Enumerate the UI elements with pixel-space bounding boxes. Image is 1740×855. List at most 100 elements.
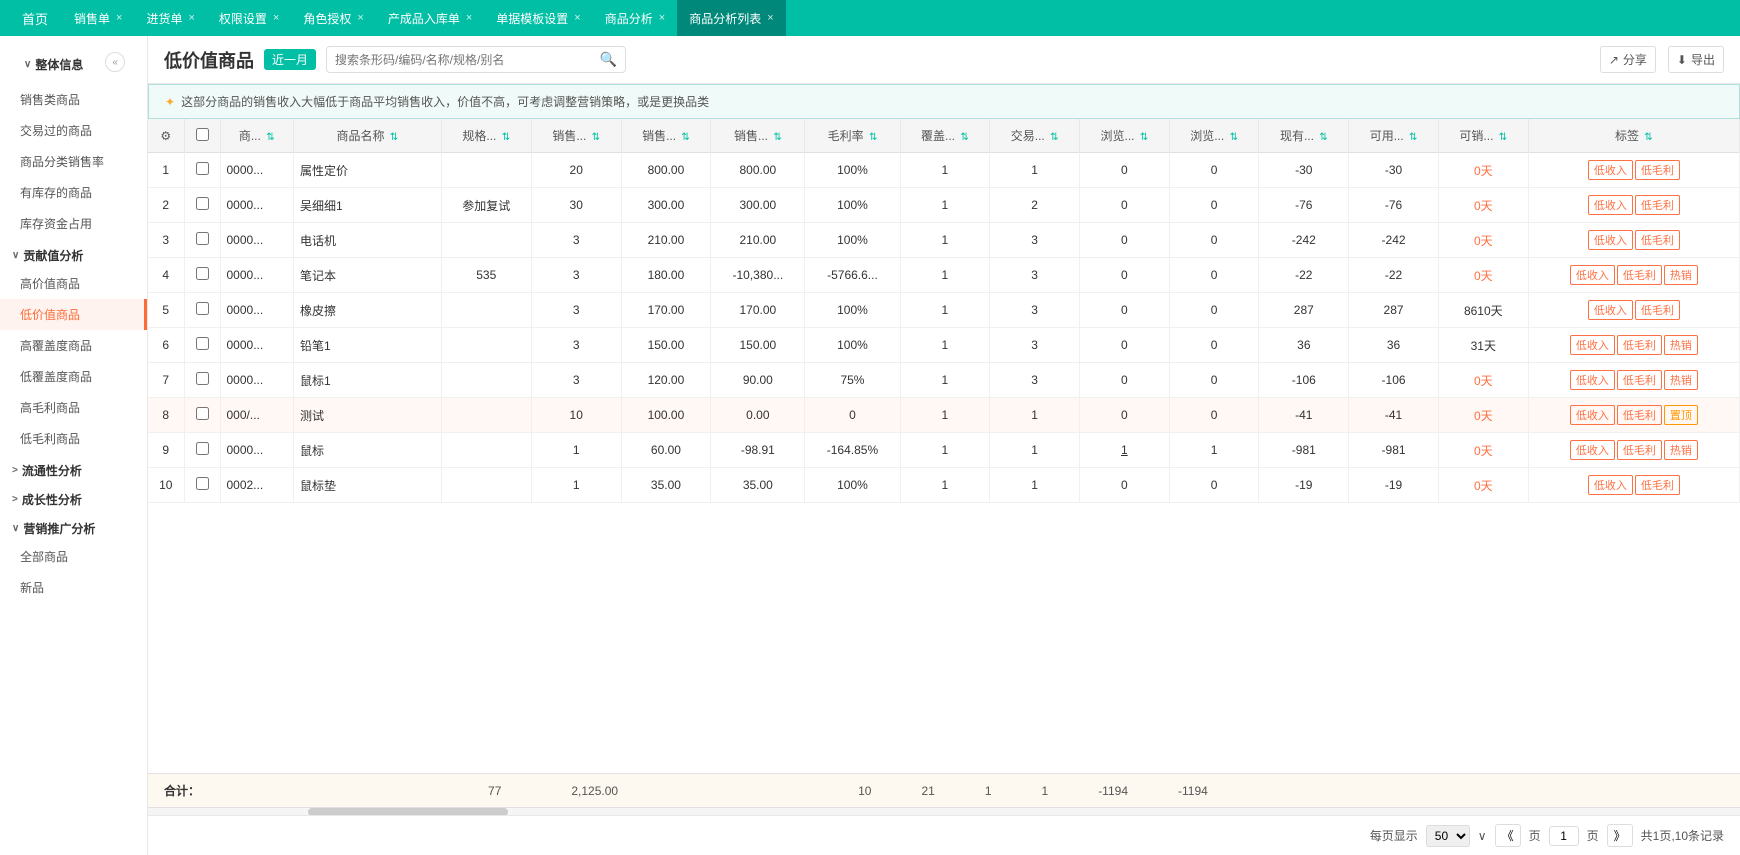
sidebar-group-circulation[interactable]: > 流通性分析	[0, 454, 147, 483]
gross-margin-column-header[interactable]: 毛利率 ⇅	[805, 119, 900, 153]
sidebar-collapse-button[interactable]: «	[105, 52, 125, 72]
search-input[interactable]	[335, 53, 596, 67]
nav-tab-product-analysis[interactable]: 商品分析 ×	[593, 0, 677, 36]
row-checkbox[interactable]	[184, 153, 220, 188]
spec-column-header[interactable]: 规格... ⇅	[441, 119, 531, 153]
row-checkbox[interactable]	[184, 328, 220, 363]
horizontal-scrollbar[interactable]	[148, 807, 1740, 815]
row-checkbox[interactable]	[184, 188, 220, 223]
settings-column-header[interactable]: ⚙	[148, 119, 184, 153]
sidebar-item-low-value[interactable]: 低价值商品	[0, 299, 147, 330]
available-column-header[interactable]: 可用... ⇅	[1349, 119, 1439, 153]
close-icon[interactable]: ×	[574, 12, 580, 24]
tag-badge[interactable]: 低毛利	[1617, 265, 1662, 285]
nav-tab-products-in[interactable]: 产成品入库单 ×	[376, 0, 484, 36]
coverage-column-header[interactable]: 覆盖... ⇅	[900, 119, 990, 153]
tag-badge[interactable]: 热销	[1664, 335, 1698, 355]
sidebar-item-high-profit[interactable]: 高毛利商品	[0, 392, 147, 423]
row-checkbox[interactable]	[184, 223, 220, 258]
export-button[interactable]: ⬇ 导出	[1668, 46, 1724, 73]
row-select-checkbox[interactable]	[196, 442, 209, 455]
row-select-checkbox[interactable]	[196, 232, 209, 245]
sidebar-item-new-products[interactable]: 新品	[0, 572, 147, 603]
tag-badge[interactable]: 低毛利	[1635, 195, 1680, 215]
tag-badge[interactable]: 热销	[1664, 440, 1698, 460]
tag-badge[interactable]: 低收入	[1570, 265, 1615, 285]
row-checkbox[interactable]	[184, 398, 220, 433]
close-icon[interactable]: ×	[466, 12, 472, 24]
nav-tab-sales[interactable]: 销售单 ×	[62, 0, 134, 36]
tag-badge[interactable]: 低收入	[1570, 440, 1615, 460]
current-column-header[interactable]: 现有... ⇅	[1259, 119, 1349, 153]
row-select-checkbox[interactable]	[196, 407, 209, 420]
search-icon[interactable]: 🔍	[600, 51, 617, 68]
sales-income-column-header[interactable]: 销售... ⇅	[711, 119, 805, 153]
row-browse1[interactable]: 1	[1079, 433, 1169, 468]
name-column-header[interactable]: 商品名称 ⇅	[293, 119, 441, 153]
tag-badge[interactable]: 低收入	[1570, 370, 1615, 390]
row-checkbox[interactable]	[184, 433, 220, 468]
row-select-checkbox[interactable]	[196, 337, 209, 350]
share-button[interactable]: ↗ 分享	[1600, 46, 1656, 73]
tag-badge[interactable]: 热销	[1664, 370, 1698, 390]
browse2-column-header[interactable]: 浏览... ⇅	[1169, 119, 1259, 153]
select-all-checkbox[interactable]	[196, 128, 209, 141]
tag-badge[interactable]: 低毛利	[1617, 370, 1662, 390]
close-icon[interactable]: ×	[767, 12, 773, 24]
sidebar-item-traded-products[interactable]: 交易过的商品	[0, 115, 147, 146]
row-select-checkbox[interactable]	[196, 267, 209, 280]
close-icon[interactable]: ×	[273, 12, 279, 24]
tag-badge[interactable]: 低毛利	[1617, 440, 1662, 460]
search-box[interactable]: 🔍	[326, 46, 626, 73]
sales-price-column-header[interactable]: 销售... ⇅	[621, 119, 711, 153]
sidebar-item-sales-products[interactable]: 销售类商品	[0, 84, 147, 115]
tag-badge[interactable]: 热销	[1664, 265, 1698, 285]
tag-badge[interactable]: 低毛利	[1617, 335, 1662, 355]
tag-badge[interactable]: 低收入	[1588, 475, 1633, 495]
close-icon[interactable]: ×	[116, 12, 122, 24]
row-checkbox[interactable]	[184, 468, 220, 503]
page-size-select[interactable]: 50	[1426, 825, 1470, 847]
page-number-input[interactable]	[1549, 826, 1579, 846]
nav-tab-purchase[interactable]: 进货单 ×	[134, 0, 206, 36]
tag-badge[interactable]: 低毛利	[1635, 230, 1680, 250]
tag-badge[interactable]: 低毛利	[1617, 405, 1662, 425]
row-checkbox[interactable]	[184, 293, 220, 328]
row-select-checkbox[interactable]	[196, 302, 209, 315]
nav-tab-permissions[interactable]: 权限设置 ×	[207, 0, 291, 36]
sidebar-item-category-sales-rate[interactable]: 商品分类销售率	[0, 146, 147, 177]
row-select-checkbox[interactable]	[196, 477, 209, 490]
sidebar-item-stocked-products[interactable]: 有库存的商品	[0, 177, 147, 208]
row-checkbox[interactable]	[184, 363, 220, 398]
tag-badge[interactable]: 低收入	[1570, 335, 1615, 355]
transaction-column-header[interactable]: 交易... ⇅	[990, 119, 1080, 153]
tag-badge[interactable]: 低收入	[1588, 230, 1633, 250]
sidebar-item-all-products[interactable]: 全部商品	[0, 541, 147, 572]
tags-column-header[interactable]: 标签 ⇅	[1528, 119, 1739, 153]
nav-tab-product-analysis-list[interactable]: 商品分析列表 ×	[677, 0, 785, 36]
tag-badge[interactable]: 低毛利	[1635, 160, 1680, 180]
sales-qty-column-header[interactable]: 销售... ⇅	[531, 119, 621, 153]
sidebar-item-high-value[interactable]: 高价值商品	[0, 268, 147, 299]
last-page-button[interactable]: 》	[1607, 824, 1633, 847]
time-badge[interactable]: 近一月	[264, 49, 316, 70]
row-select-checkbox[interactable]	[196, 197, 209, 210]
sidebar-item-low-profit[interactable]: 低毛利商品	[0, 423, 147, 454]
sidebar-item-low-coverage[interactable]: 低覆盖度商品	[0, 361, 147, 392]
tag-badge[interactable]: 低收入	[1570, 405, 1615, 425]
close-icon[interactable]: ×	[188, 12, 194, 24]
checkbox-column-header[interactable]	[184, 119, 220, 153]
close-icon[interactable]: ×	[357, 12, 363, 24]
sidebar-item-inventory-funds[interactable]: 库存资金占用	[0, 208, 147, 239]
row-checkbox[interactable]	[184, 258, 220, 293]
sidebar-group-growth[interactable]: > 成长性分析	[0, 483, 147, 512]
row-select-checkbox[interactable]	[196, 372, 209, 385]
tag-badge[interactable]: 低收入	[1588, 300, 1633, 320]
tag-badge[interactable]: 低收入	[1588, 195, 1633, 215]
nav-tab-roles[interactable]: 角色授权 ×	[291, 0, 375, 36]
tag-badge[interactable]: 低毛利	[1635, 300, 1680, 320]
first-page-button[interactable]: 《	[1495, 824, 1521, 847]
close-icon[interactable]: ×	[659, 12, 665, 24]
browse1-column-header[interactable]: 浏览... ⇅	[1079, 119, 1169, 153]
nav-tab-templates[interactable]: 单据模板设置 ×	[484, 0, 592, 36]
